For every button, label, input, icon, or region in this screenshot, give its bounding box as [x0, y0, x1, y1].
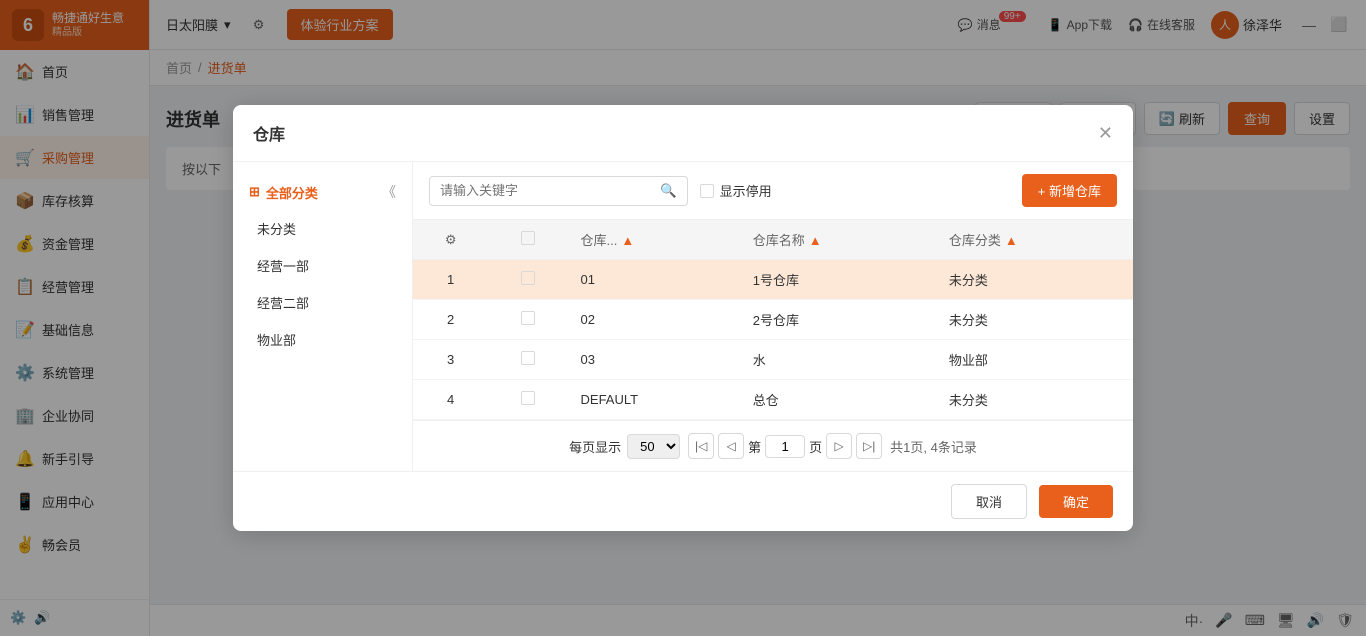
- category-header: ⊞ 全部分类 《: [233, 174, 412, 210]
- category-all-label[interactable]: ⊞ 全部分类: [249, 183, 318, 202]
- row-num: 4: [413, 380, 488, 420]
- row-name: 2号仓库: [741, 300, 937, 340]
- category-item-unclassified[interactable]: 未分类: [233, 210, 412, 247]
- row-name: 1号仓库: [741, 260, 937, 300]
- table-row[interactable]: 2 02 2号仓库 未分类: [413, 300, 1133, 340]
- row-code: 01: [569, 260, 741, 300]
- modal-footer: 取消 确定: [233, 471, 1133, 531]
- page-nav: |◁ ◁ 第 页 ▷ ▷|: [688, 433, 882, 459]
- row-name: 水: [741, 340, 937, 380]
- page-per-select: 每页显示 50: [569, 434, 680, 459]
- modal-title: 仓库: [253, 121, 285, 145]
- col-checkbox: [488, 220, 568, 260]
- row-checkbox[interactable]: [488, 300, 568, 340]
- last-page-button[interactable]: ▷|: [856, 433, 882, 459]
- row-code: DEFAULT: [569, 380, 741, 420]
- row-num: 3: [413, 340, 488, 380]
- col-category: 仓库分类▲: [937, 220, 1133, 260]
- row-code: 03: [569, 340, 741, 380]
- category-collapse-button[interactable]: 《: [382, 182, 396, 202]
- search-box: 🔍: [429, 176, 688, 206]
- col-gear: ⚙: [413, 220, 488, 260]
- main-area: 日太阳膜 ▾ ⚙ 体验行业方案 💬 消息 99+ 📱 App下载 🎧 在线客服: [150, 0, 1366, 636]
- search-button[interactable]: 🔍: [650, 177, 687, 205]
- next-page-button[interactable]: ▷: [826, 433, 852, 459]
- cancel-button[interactable]: 取消: [951, 484, 1027, 519]
- page-content: 进货单 🖨 打印 📤 导出 🔄 刷新 查询 设置: [150, 86, 1366, 604]
- row-checkbox[interactable]: [488, 260, 568, 300]
- row-checkbox[interactable]: [488, 380, 568, 420]
- table-row[interactable]: 4 DEFAULT 总仓 未分类: [413, 380, 1133, 420]
- row-category: 未分类: [937, 300, 1133, 340]
- modal-body: ⊞ 全部分类 《 未分类 经营一部 经营二部 物业部: [233, 162, 1133, 471]
- page-input[interactable]: [765, 435, 805, 458]
- show-disabled-label[interactable]: 显示停用: [700, 181, 772, 200]
- add-warehouse-button[interactable]: + 新增仓库: [1022, 174, 1117, 207]
- col-code: 仓库...▲: [569, 220, 741, 260]
- search-input[interactable]: [430, 177, 650, 204]
- row-num: 2: [413, 300, 488, 340]
- first-page-button[interactable]: |◁: [688, 433, 714, 459]
- page-unit: 页: [809, 437, 822, 456]
- modal-close-button[interactable]: ✕: [1098, 123, 1113, 144]
- grid-icon: ⊞: [249, 184, 260, 200]
- category-item-dept2[interactable]: 经营二部: [233, 284, 412, 321]
- row-code: 02: [569, 300, 741, 340]
- row-name: 总仓: [741, 380, 937, 420]
- warehouse-table: ⚙ 仓库...▲ 仓库名称▲ 仓库分类▲ 1: [413, 220, 1133, 420]
- confirm-button[interactable]: 确定: [1039, 485, 1113, 518]
- modal-toolbar: 🔍 显示停用 + 新增仓库: [413, 162, 1133, 220]
- per-page-select[interactable]: 50: [627, 434, 680, 459]
- page-total-info: 共1页, 4条记录: [890, 437, 977, 456]
- row-category: 物业部: [937, 340, 1133, 380]
- table-row[interactable]: 3 03 水 物业部: [413, 340, 1133, 380]
- row-category: 未分类: [937, 260, 1133, 300]
- category-item-dept1[interactable]: 经营一部: [233, 247, 412, 284]
- category-sidebar: ⊞ 全部分类 《 未分类 经营一部 经营二部 物业部: [233, 162, 413, 471]
- page-label: 第: [748, 437, 761, 456]
- header-checkbox[interactable]: [521, 231, 535, 245]
- col-name: 仓库名称▲: [741, 220, 937, 260]
- row-category: 未分类: [937, 380, 1133, 420]
- modal-overlay: 仓库 ✕ ⊞ 全部分类 《: [150, 86, 1366, 604]
- warehouse-data-table: ⚙ 仓库...▲ 仓库名称▲ 仓库分类▲ 1: [413, 220, 1133, 420]
- row-num: 1: [413, 260, 488, 300]
- row-checkbox[interactable]: [488, 340, 568, 380]
- table-row[interactable]: 1 01 1号仓库 未分类: [413, 260, 1133, 300]
- modal-pagination: 每页显示 50 |◁ ◁ 第 页: [413, 420, 1133, 471]
- warehouse-modal: 仓库 ✕ ⊞ 全部分类 《: [233, 105, 1133, 531]
- show-disabled-checkbox[interactable]: [700, 184, 714, 198]
- modal-main: 🔍 显示停用 + 新增仓库: [413, 162, 1133, 471]
- category-item-property[interactable]: 物业部: [233, 321, 412, 358]
- modal-header: 仓库 ✕: [233, 105, 1133, 162]
- prev-page-button[interactable]: ◁: [718, 433, 744, 459]
